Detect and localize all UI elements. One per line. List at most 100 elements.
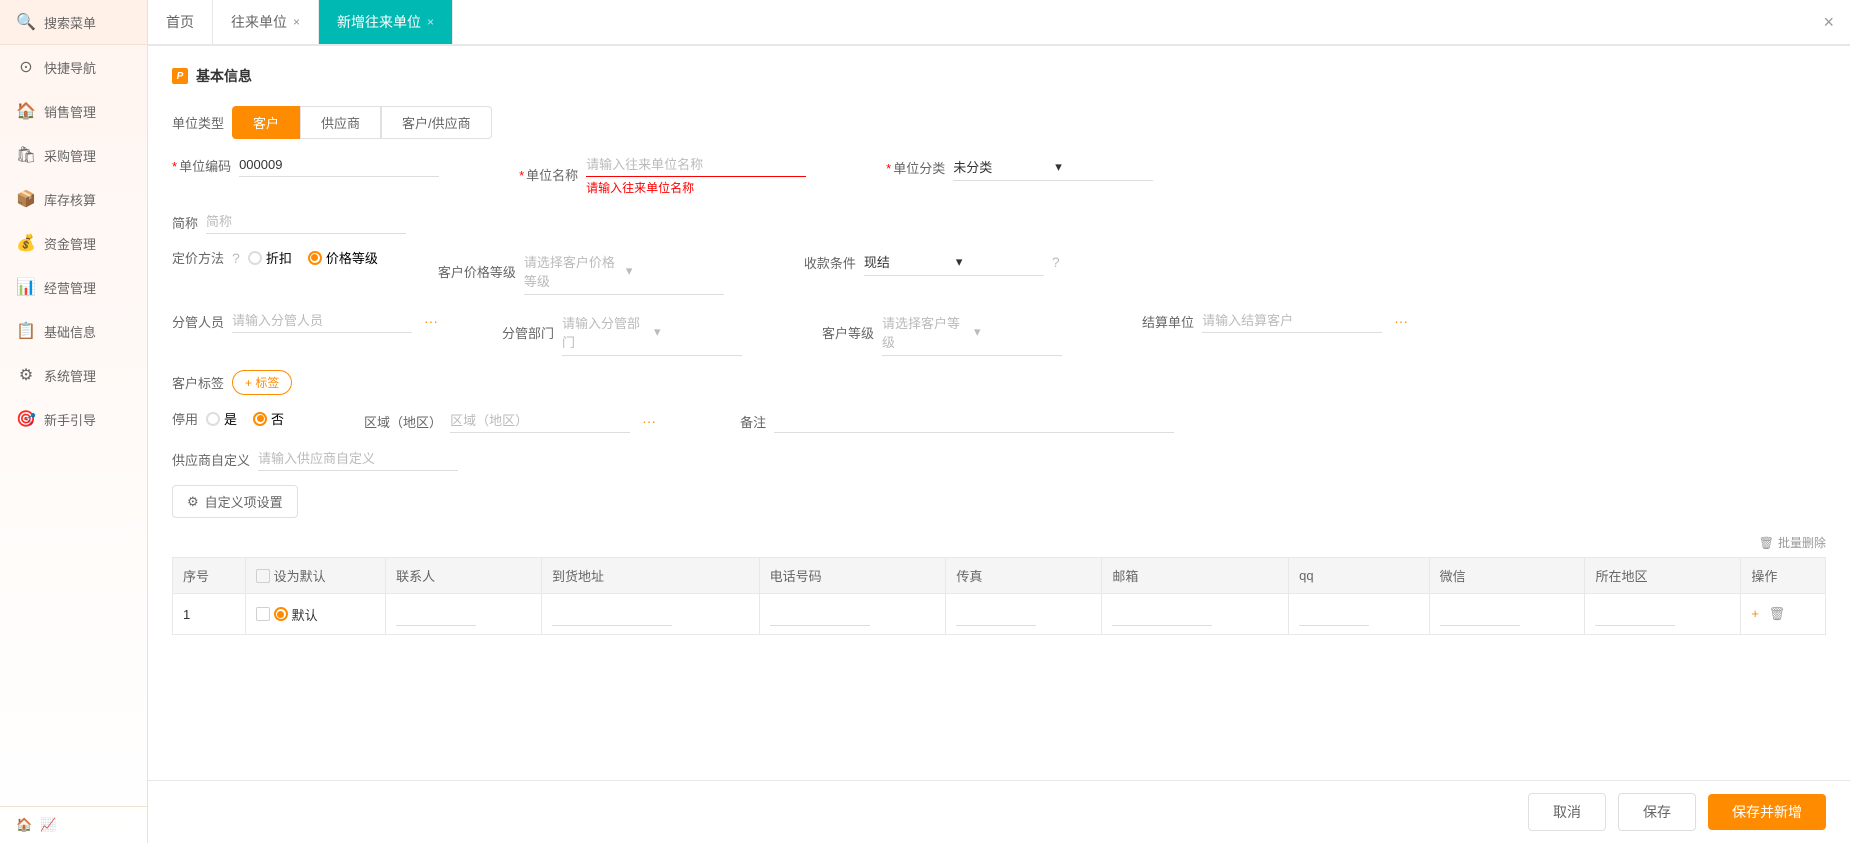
add-row-button[interactable]: + xyxy=(1751,606,1759,621)
sidebar-item-label: 搜索菜单 xyxy=(44,13,96,32)
unit-btn-customer[interactable]: 客户 xyxy=(232,106,300,139)
tab-partners-close[interactable]: × xyxy=(293,15,300,29)
supervisor-more-button[interactable]: ··· xyxy=(420,313,442,329)
form-content: P 基本信息 单位类型 客户 供应商 客户/供应商 *单位编码 xyxy=(148,46,1850,780)
chevron-down-icon: ▾ xyxy=(626,263,724,279)
region-cell-input[interactable] xyxy=(1595,602,1675,626)
sidebar-item-label: 基础信息 xyxy=(44,322,96,341)
unit-code-input[interactable] xyxy=(239,153,439,177)
search-icon: 🔍 xyxy=(16,12,36,32)
unit-btn-both[interactable]: 客户/供应商 xyxy=(381,106,492,139)
unit-name-field: *单位名称 请输入往来单位名称 xyxy=(519,153,806,196)
short-name-input[interactable] xyxy=(206,210,406,234)
sidebar-item-label: 系统管理 xyxy=(44,366,96,385)
sidebar-item-finance[interactable]: 💰 资金管理 xyxy=(0,221,147,265)
unit-name-input[interactable] xyxy=(586,153,806,177)
customer-price-level-field: 客户价格等级 请选择客户价格等级 ▾ xyxy=(438,248,724,295)
unit-category-select[interactable]: 未分类 ▾ xyxy=(953,153,1153,181)
row-checkbox[interactable] xyxy=(256,607,270,621)
sidebar-item-operations[interactable]: 📊 经营管理 xyxy=(0,265,147,309)
sidebar-item-newbie[interactable]: 🎯 新手引导 xyxy=(0,397,147,441)
sidebar-item-label: 采购管理 xyxy=(44,146,96,165)
select-all-checkbox[interactable] xyxy=(256,569,270,583)
sidebar-item-system[interactable]: ⚙ 系统管理 xyxy=(0,353,147,397)
qq-input[interactable] xyxy=(1299,602,1369,626)
supervisor-input[interactable] xyxy=(232,309,412,333)
settlement-more-button[interactable]: ··· xyxy=(1390,313,1412,329)
department-select[interactable]: 请输入分管部门 ▾ xyxy=(562,309,742,356)
tab-bar: 首页 往来单位 × 新增往来单位 × × xyxy=(148,0,1850,46)
customer-level-select[interactable]: 请选择客户等级 ▾ xyxy=(882,309,1062,356)
supplier-custom-input[interactable] xyxy=(258,447,458,471)
region-more-button[interactable]: ··· xyxy=(638,413,660,429)
sidebar-item-quicknav[interactable]: ⊙ 快捷导航 xyxy=(0,45,147,89)
tab-partners[interactable]: 往来单位 × xyxy=(213,0,319,44)
row-supervisor: 分管人员 ··· 分管部门 请输入分管部门 ▾ 客户等级 请选择客户等级 ▾ 结… xyxy=(172,309,1826,356)
sidebar-item-inventory[interactable]: 📦 库存核算 xyxy=(0,177,147,221)
payment-condition-select[interactable]: 现结 ▾ xyxy=(864,248,1044,276)
operations-icon: 📊 xyxy=(16,277,36,297)
customer-level-field: 客户等级 请选择客户等级 ▾ xyxy=(822,309,1062,356)
customer-price-level-select[interactable]: 请选择客户价格等级 ▾ xyxy=(524,248,724,295)
save-and-new-button[interactable]: 保存并新增 xyxy=(1708,794,1826,830)
unit-type-buttons: 客户 供应商 客户/供应商 xyxy=(232,106,492,139)
remark-input[interactable] xyxy=(774,409,1174,433)
sidebar-item-search[interactable]: 🔍 搜索菜单 xyxy=(0,0,147,45)
col-default: 设为默认 xyxy=(245,558,386,594)
custom-settings-button[interactable]: ⚙ 自定义项设置 xyxy=(172,485,298,518)
customer-tag-label: 客户标签 xyxy=(172,373,224,392)
radio-price-level[interactable]: 价格等级 xyxy=(308,248,378,267)
payment-condition-field: 收款条件 现结 ▾ ? xyxy=(804,248,1060,276)
settlement-unit-input[interactable] xyxy=(1202,309,1382,333)
supervisor-field: 分管人员 ··· xyxy=(172,309,442,333)
disabled-field: 停用 是 否 xyxy=(172,409,284,428)
pricing-method-help-icon[interactable]: ? xyxy=(232,250,240,266)
base-icon: 📋 xyxy=(16,321,36,341)
phone-input[interactable] xyxy=(770,602,870,626)
wechat-input[interactable] xyxy=(1440,602,1520,626)
disabled-label: 停用 xyxy=(172,409,198,428)
settlement-unit-field: 结算单位 ··· xyxy=(1142,309,1412,333)
radio-yes[interactable]: 是 xyxy=(206,409,237,428)
chevron-down-icon: ▾ xyxy=(956,254,1044,270)
cell-default: 默认 xyxy=(245,594,386,635)
radio-discount[interactable]: 折扣 xyxy=(248,248,292,267)
contact-input[interactable] xyxy=(396,602,476,626)
region-input[interactable] xyxy=(450,409,630,433)
chevron-down-icon: ▾ xyxy=(974,324,1062,340)
fax-input[interactable] xyxy=(956,602,1036,626)
delete-row-button[interactable]: 🗑 xyxy=(1769,606,1786,621)
tab-new-partner-close[interactable]: × xyxy=(427,15,434,29)
unit-type-field: 单位类型 客户 供应商 客户/供应商 xyxy=(172,106,492,139)
col-fax: 传真 xyxy=(946,558,1102,594)
address-input[interactable] xyxy=(552,602,672,626)
cell-email xyxy=(1102,594,1289,635)
batch-delete-button[interactable]: 🗑 批量删除 xyxy=(1759,534,1826,551)
bottom-toolbar: 取消 保存 保存并新增 xyxy=(148,780,1850,843)
add-tag-button[interactable]: + 标签 xyxy=(232,370,292,395)
tab-home[interactable]: 首页 xyxy=(148,0,213,44)
save-button[interactable]: 保存 xyxy=(1618,793,1696,831)
radio-no[interactable]: 否 xyxy=(253,409,284,428)
tab-new-partner[interactable]: 新增往来单位 × xyxy=(319,0,453,44)
cancel-button[interactable]: 取消 xyxy=(1528,793,1606,831)
sidebar: 🔍 搜索菜单 ⊙ 快捷导航 🏠 销售管理 🛍 采购管理 📦 库存核算 💰 资金管… xyxy=(0,0,148,843)
table-header: 序号 设为默认 联系人 到货地址 电话号码 传真 邮箱 qq xyxy=(173,558,1826,594)
sidebar-item-purchase[interactable]: 🛍 采购管理 xyxy=(0,133,147,177)
batch-delete-area: 🗑 批量删除 xyxy=(172,534,1826,551)
row-default-radio[interactable]: 默认 xyxy=(274,605,318,624)
tab-partners-label: 往来单位 xyxy=(231,12,287,32)
email-input[interactable] xyxy=(1112,602,1212,626)
col-address: 到货地址 xyxy=(541,558,759,594)
unit-btn-supplier[interactable]: 供应商 xyxy=(300,106,381,139)
inventory-icon: 📦 xyxy=(16,189,36,209)
short-name-label: 简称 xyxy=(172,213,198,232)
supplier-custom-field: 供应商自定义 xyxy=(172,447,458,471)
sidebar-item-sales[interactable]: 🏠 销售管理 xyxy=(0,89,147,133)
window-close-button[interactable]: × xyxy=(1807,12,1850,33)
payment-help-icon[interactable]: ? xyxy=(1052,254,1060,270)
finance-icon: 💰 xyxy=(16,233,36,253)
unit-code-field: *单位编码 xyxy=(172,153,439,177)
sidebar-item-base[interactable]: 📋 基础信息 xyxy=(0,309,147,353)
remark-field: 备注 xyxy=(740,409,1174,433)
